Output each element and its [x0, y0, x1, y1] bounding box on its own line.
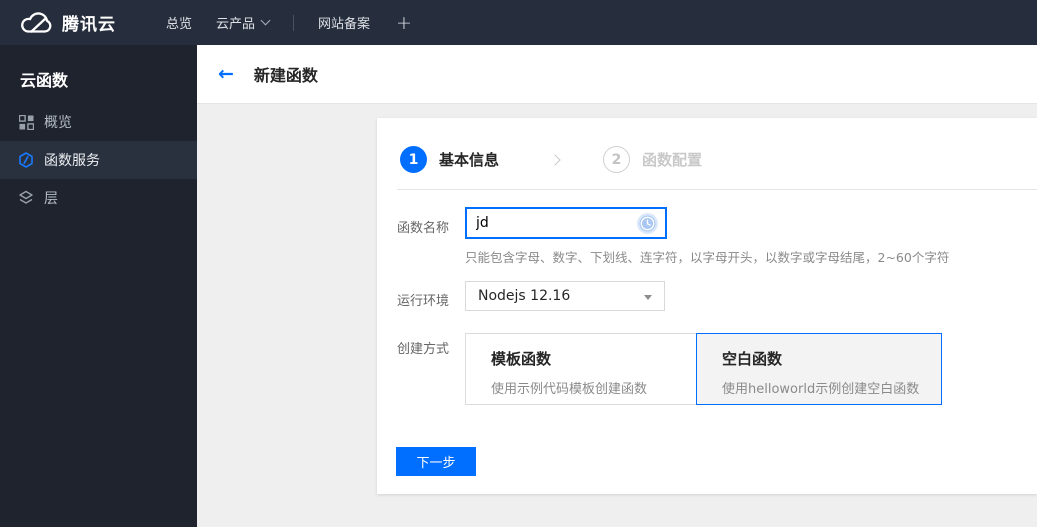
nav-icp-filing-label: 网站备案	[318, 17, 371, 32]
function-hexagon-icon	[18, 152, 34, 168]
sidebar-item-layers[interactable]: 层	[0, 179, 197, 217]
add-nav-tab-button[interactable]: +	[382, 0, 426, 45]
layers-icon	[18, 190, 34, 206]
step-chevron-icon	[549, 153, 561, 166]
topbar: 腾讯云 总览 云产品 网站备案 +	[0, 0, 1037, 45]
function-name-hint: 只能包含字母、数字、下划线、连字符，以字母开头，以数字或字母结尾，2~60个字符	[465, 250, 950, 265]
sidebar-item-label: 函数服务	[44, 153, 100, 169]
step-2-circle: 2	[603, 146, 631, 173]
sidebar-item-label: 层	[44, 191, 58, 207]
step-2-label: 函数配置	[642, 151, 703, 169]
runtime-label: 运行环境	[397, 294, 450, 309]
tencent-cloud-logo[interactable]: 腾讯云	[18, 10, 116, 36]
wizard-steps: 1 基本信息 2 函数配置	[400, 146, 702, 173]
option-description: 使用helloworld示例创建空白函数	[722, 382, 920, 397]
select-caret-icon	[644, 295, 652, 300]
option-description: 使用示例代码模板创建函数	[491, 382, 648, 397]
new-function-card: 1 基本信息 2 函数配置 函数名称 只能包含字母、数字、下划线、连字符，以字母…	[377, 118, 1037, 494]
sidebar-item-function-service[interactable]: 函数服务	[0, 141, 197, 179]
cloud-logo-icon	[21, 11, 52, 33]
step-1-circle: 1	[400, 146, 427, 173]
nav-icp-filing[interactable]: 网站备案	[306, 0, 382, 45]
divider	[397, 189, 1037, 190]
clock-icon[interactable]	[636, 212, 659, 239]
chevron-down-icon	[260, 15, 271, 26]
nav-separator	[293, 14, 295, 31]
function-name-label: 函数名称	[397, 221, 450, 236]
nav-cloud-products[interactable]: 云产品	[204, 0, 281, 45]
nav-overview[interactable]: 总览	[154, 0, 204, 45]
page-header: ← 新建函数	[197, 45, 1037, 104]
plus-icon: +	[396, 11, 412, 34]
runtime-selected-value: Nodejs 12.16	[478, 288, 571, 304]
back-arrow-icon[interactable]: ←	[218, 64, 234, 84]
runtime-select[interactable]: Nodejs 12.16	[465, 281, 665, 311]
sidebar-item-label: 概览	[44, 115, 72, 131]
nav-overview-label: 总览	[166, 17, 193, 32]
topbar-nav: 总览 云产品 网站备案 +	[154, 0, 426, 45]
grid-icon	[18, 114, 34, 130]
nav-cloud-products-label: 云产品	[216, 17, 256, 32]
next-step-button[interactable]: 下一步	[396, 447, 476, 476]
option-title: 模板函数	[491, 350, 552, 368]
content-area: 1 基本信息 2 函数配置 函数名称 只能包含字母、数字、下划线、连字符，以字母…	[197, 104, 1037, 527]
function-name-input-wrap	[465, 207, 667, 239]
step-1-label: 基本信息	[439, 151, 500, 169]
creation-method-options: 模板函数 使用示例代码模板创建函数 空白函数 使用helloworld示例创建空…	[465, 333, 942, 405]
function-name-input[interactable]	[467, 215, 627, 231]
page-title: 新建函数	[253, 66, 318, 85]
option-blank-function[interactable]: 空白函数 使用helloworld示例创建空白函数	[696, 333, 942, 405]
option-template-function[interactable]: 模板函数 使用示例代码模板创建函数	[465, 333, 697, 405]
sidebar: 云函数 概览 函数服务 层	[0, 45, 197, 527]
creation-method-label: 创建方式	[397, 342, 450, 357]
option-title: 空白函数	[722, 350, 783, 368]
brand-name: 腾讯云	[62, 15, 116, 35]
sidebar-title: 云函数	[20, 71, 69, 90]
sidebar-item-overview[interactable]: 概览	[0, 103, 197, 141]
